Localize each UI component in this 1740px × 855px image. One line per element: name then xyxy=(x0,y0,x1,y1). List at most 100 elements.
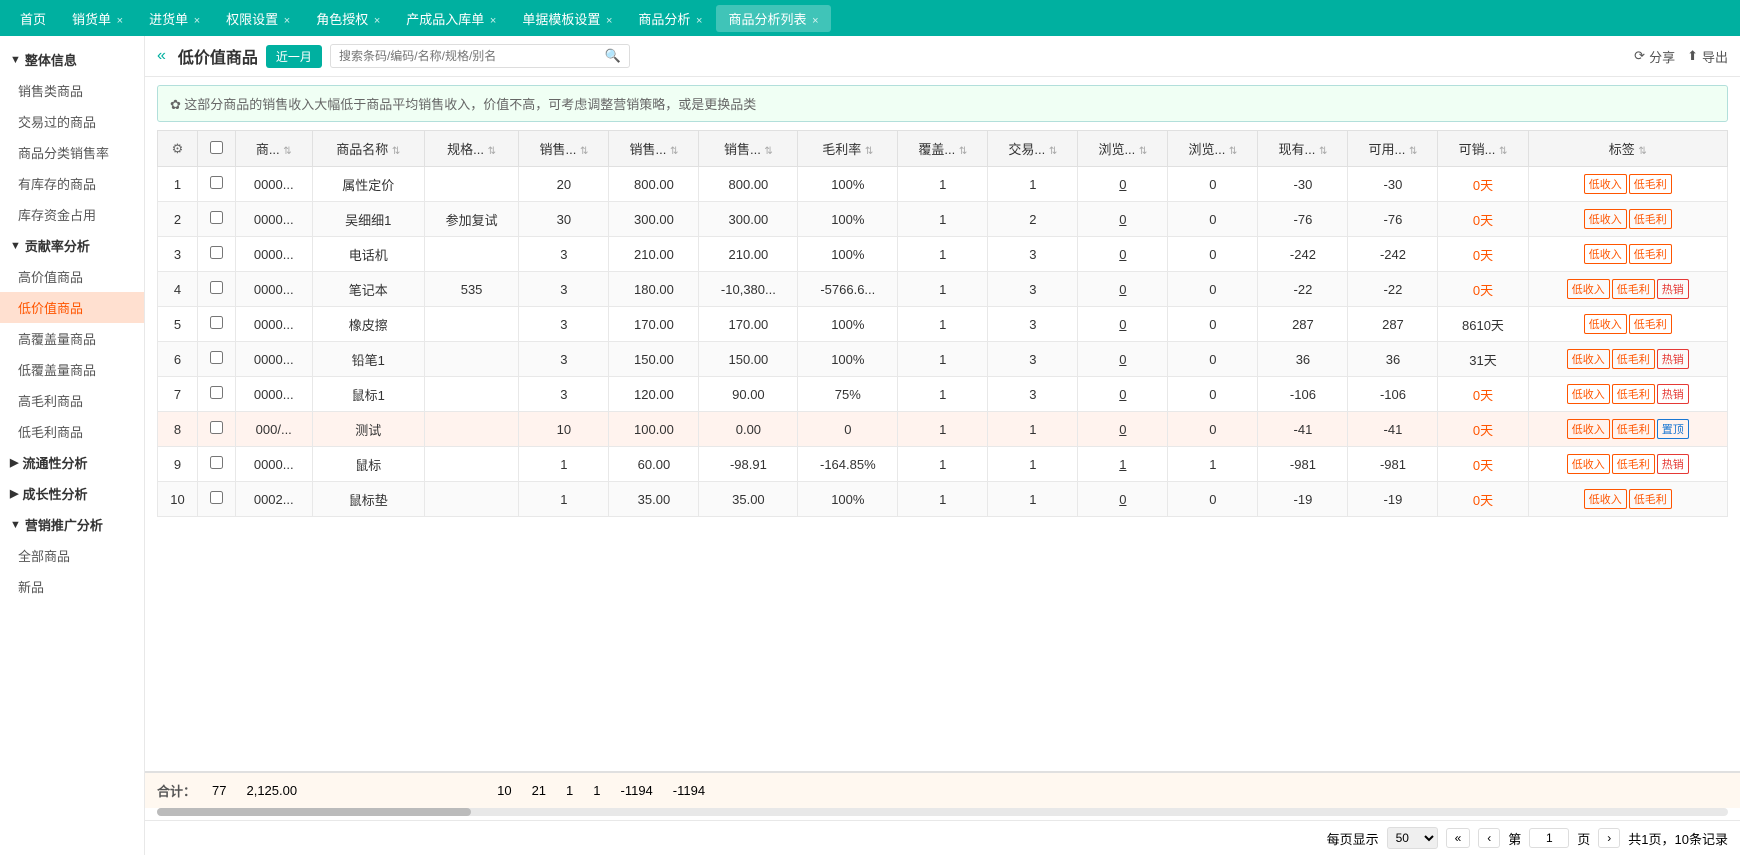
cell-view1[interactable]: 0 xyxy=(1078,342,1168,377)
sidebar-item-high-coverage[interactable]: 高覆盖量商品 xyxy=(0,323,144,354)
col-view1[interactable]: 浏览... ⇅ xyxy=(1078,131,1168,167)
page-size-select[interactable]: 50 100 200 xyxy=(1387,827,1438,849)
cell-view1[interactable]: 0 xyxy=(1078,482,1168,517)
row-checkbox[interactable] xyxy=(210,456,223,469)
view-link[interactable]: 0 xyxy=(1119,352,1126,367)
view-link[interactable]: 0 xyxy=(1119,177,1126,192)
col-spec[interactable]: 规格... ⇅ xyxy=(424,131,519,167)
sidebar-item-low-margin[interactable]: 低毛利商品 xyxy=(0,416,144,447)
col-code[interactable]: 商... ⇅ xyxy=(235,131,312,167)
collapse-button[interactable]: « xyxy=(157,47,166,65)
first-page-button[interactable]: « xyxy=(1446,828,1471,848)
cell-view1[interactable]: 0 xyxy=(1078,272,1168,307)
cell-view1[interactable]: 1 xyxy=(1078,447,1168,482)
nav-close-roles[interactable]: × xyxy=(374,15,380,27)
next-page-button[interactable]: › xyxy=(1598,828,1620,848)
share-button[interactable]: ⟳ 分享 xyxy=(1634,47,1675,66)
col-sale-amount[interactable]: 销售... ⇅ xyxy=(699,131,798,167)
view-link[interactable]: 0 xyxy=(1119,317,1126,332)
col-coverage[interactable]: 覆盖... ⇅ xyxy=(898,131,988,167)
cell-check[interactable] xyxy=(197,447,235,482)
cell-check[interactable] xyxy=(197,377,235,412)
row-checkbox[interactable] xyxy=(210,421,223,434)
cell-view1[interactable]: 0 xyxy=(1078,202,1168,237)
col-view2[interactable]: 浏览... ⇅ xyxy=(1168,131,1258,167)
sidebar-group-overall[interactable]: ▼ 整体信息 xyxy=(0,44,144,75)
nav-close-sales[interactable]: × xyxy=(117,15,123,27)
view-link[interactable]: 1 xyxy=(1119,457,1126,472)
prev-page-button[interactable]: ‹ xyxy=(1478,828,1500,848)
search-icon[interactable]: 🔍 xyxy=(605,48,621,64)
row-checkbox[interactable] xyxy=(210,316,223,329)
nav-close-products[interactable]: × xyxy=(490,15,496,27)
view-link[interactable]: 0 xyxy=(1119,422,1126,437)
nav-close-analysis[interactable]: × xyxy=(696,15,702,27)
col-gear[interactable]: ⚙ xyxy=(158,131,198,167)
sidebar-item-high-margin[interactable]: 高毛利商品 xyxy=(0,385,144,416)
view-link[interactable]: 0 xyxy=(1119,247,1126,262)
cell-view1[interactable]: 0 xyxy=(1078,237,1168,272)
cell-check[interactable] xyxy=(197,342,235,377)
table-container[interactable]: ⚙ 商... ⇅ 商品名称 ⇅ 规格... ⇅ 销售... ⇅ 销售... ⇅ … xyxy=(145,130,1740,771)
view-link[interactable]: 0 xyxy=(1119,492,1126,507)
row-checkbox[interactable] xyxy=(210,386,223,399)
sidebar-item-sales-products[interactable]: 销售类商品 xyxy=(0,75,144,106)
col-name[interactable]: 商品名称 ⇅ xyxy=(312,131,424,167)
view-link[interactable]: 0 xyxy=(1119,387,1126,402)
col-check[interactable] xyxy=(197,131,235,167)
sidebar-item-new-products[interactable]: 新品 xyxy=(0,571,144,602)
col-sale-price[interactable]: 销售... ⇅ xyxy=(609,131,699,167)
cell-check[interactable] xyxy=(197,202,235,237)
nav-permissions[interactable]: 权限设置 × xyxy=(214,5,302,32)
page-input[interactable] xyxy=(1529,828,1569,848)
row-checkbox[interactable] xyxy=(210,281,223,294)
cell-view1[interactable]: 0 xyxy=(1078,377,1168,412)
sidebar-group-growth[interactable]: ▶ 成长性分析 xyxy=(0,478,144,509)
col-margin[interactable]: 毛利率 ⇅ xyxy=(798,131,898,167)
col-available[interactable]: 可用... ⇅ xyxy=(1348,131,1438,167)
nav-templates[interactable]: 单据模板设置 × xyxy=(510,5,624,32)
cell-check[interactable] xyxy=(197,482,235,517)
cell-check[interactable] xyxy=(197,412,235,447)
sidebar-item-stock-products[interactable]: 有库存的商品 xyxy=(0,168,144,199)
cell-view1[interactable]: 0 xyxy=(1078,307,1168,342)
row-checkbox[interactable] xyxy=(210,491,223,504)
cell-check[interactable] xyxy=(197,237,235,272)
select-all-checkbox[interactable] xyxy=(210,141,223,154)
date-filter-button[interactable]: 近一月 xyxy=(266,45,322,68)
nav-home[interactable]: 首页 xyxy=(8,5,58,32)
nav-close-purchase[interactable]: × xyxy=(194,15,200,27)
cell-check[interactable] xyxy=(197,167,235,202)
cell-view1[interactable]: 0 xyxy=(1078,412,1168,447)
sidebar-group-marketing[interactable]: ▼ 营销推广分析 xyxy=(0,509,144,540)
sidebar-item-all-products[interactable]: 全部商品 xyxy=(0,540,144,571)
nav-close-permissions[interactable]: × xyxy=(284,15,290,27)
nav-close-analysis-list[interactable]: × xyxy=(812,15,818,27)
nav-analysis[interactable]: 商品分析 × xyxy=(626,5,714,32)
sidebar-group-contribution[interactable]: ▼ 贡献率分析 xyxy=(0,230,144,261)
row-checkbox[interactable] xyxy=(210,351,223,364)
sidebar-item-category-sales[interactable]: 商品分类销售率 xyxy=(0,137,144,168)
col-tags[interactable]: 标签 ⇅ xyxy=(1528,131,1728,167)
view-link[interactable]: 0 xyxy=(1119,212,1126,227)
row-checkbox[interactable] xyxy=(210,246,223,259)
row-checkbox[interactable] xyxy=(210,211,223,224)
cell-check[interactable] xyxy=(197,272,235,307)
cell-view1[interactable]: 0 xyxy=(1078,167,1168,202)
row-checkbox[interactable] xyxy=(210,176,223,189)
nav-sales[interactable]: 销货单 × xyxy=(60,5,135,32)
export-button[interactable]: ⬆ 导出 xyxy=(1687,47,1728,66)
col-current[interactable]: 现有... ⇅ xyxy=(1258,131,1348,167)
col-saleable[interactable]: 可销... ⇅ xyxy=(1438,131,1528,167)
view-link[interactable]: 0 xyxy=(1119,282,1126,297)
cell-check[interactable] xyxy=(197,307,235,342)
sidebar-group-circulation[interactable]: ▶ 流通性分析 xyxy=(0,447,144,478)
nav-products[interactable]: 产成品入库单 × xyxy=(394,5,508,32)
sidebar-item-low-coverage[interactable]: 低覆盖量商品 xyxy=(0,354,144,385)
col-sale-qty[interactable]: 销售... ⇅ xyxy=(519,131,609,167)
scrollbar-thumb[interactable] xyxy=(157,808,471,816)
nav-analysis-list[interactable]: 商品分析列表 × xyxy=(716,5,830,32)
sidebar-item-low-value[interactable]: 低价值商品 xyxy=(0,292,144,323)
sidebar-item-traded-products[interactable]: 交易过的商品 xyxy=(0,106,144,137)
sidebar-item-stock-funds[interactable]: 库存资金占用 xyxy=(0,199,144,230)
